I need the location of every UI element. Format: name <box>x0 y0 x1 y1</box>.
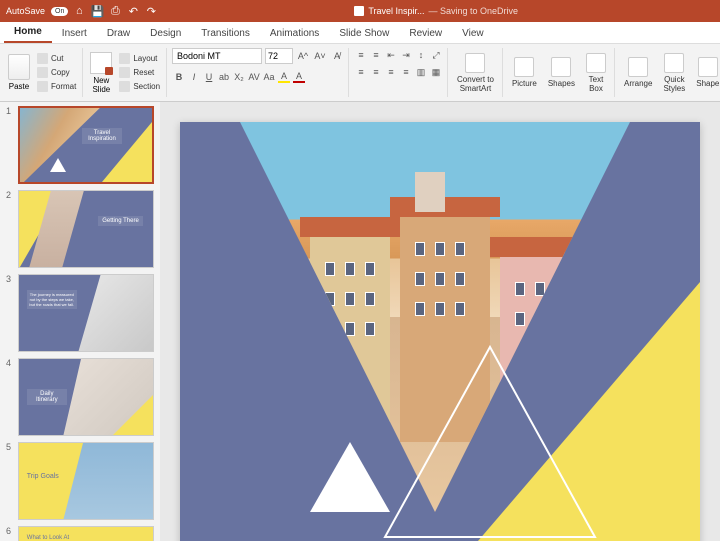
align-right-button[interactable]: ≡ <box>384 65 398 79</box>
tab-slideshow[interactable]: Slide Show <box>329 24 399 43</box>
undo-icon[interactable]: ↶ <box>126 4 140 18</box>
white-triangle <box>310 442 390 512</box>
font-family-select[interactable] <box>172 48 262 64</box>
font-shrink-button[interactable]: A˅ <box>313 49 327 63</box>
case-button[interactable]: Aa <box>262 70 276 84</box>
font-size-select[interactable] <box>265 48 293 64</box>
tab-view[interactable]: View <box>452 24 494 43</box>
align-text-button[interactable]: ▦ <box>429 65 443 79</box>
scissors-icon <box>37 53 48 64</box>
highlight-button[interactable]: A <box>277 70 291 84</box>
tab-home[interactable]: Home <box>4 22 52 43</box>
bold-button[interactable]: B <box>172 70 186 84</box>
print-icon[interactable]: ⎙ <box>108 4 122 18</box>
numbering-button[interactable]: ≡ <box>369 48 383 62</box>
paste-button[interactable]: Paste <box>6 52 32 93</box>
brush-icon <box>37 81 48 92</box>
shape-format-button[interactable]: Shape <box>692 55 720 90</box>
smartart-button[interactable]: Convert to SmartArt <box>453 51 498 95</box>
slide-main[interactable] <box>180 122 700 541</box>
doc-icon <box>354 6 364 16</box>
picture-button[interactable]: Picture <box>508 55 541 90</box>
line-spacing-button[interactable]: ↕ <box>414 48 428 62</box>
shapes-button[interactable]: Shapes <box>544 55 579 90</box>
thumb-5[interactable]: Trip Goals <box>18 442 154 520</box>
tab-transitions[interactable]: Transitions <box>191 24 260 43</box>
tab-review[interactable]: Review <box>399 24 452 43</box>
save-status: — Saving to OneDrive <box>429 6 519 16</box>
shapes-icon <box>551 57 571 77</box>
ribbon: Paste Cut Copy Format New Slide Layout R… <box>0 44 720 102</box>
indent-inc-button[interactable]: ⇥ <box>399 48 413 62</box>
slide-thumbnails[interactable]: 1 Travel Inspiration 2 Getting There 3 T… <box>0 102 160 541</box>
quickstyles-button[interactable]: Quick Styles <box>659 51 689 95</box>
new-slide-icon <box>90 52 112 74</box>
align-center-button[interactable]: ≡ <box>369 65 383 79</box>
reset-button[interactable]: Reset <box>117 66 162 79</box>
textbox-icon <box>586 53 606 73</box>
subscript-button[interactable]: X₂ <box>232 70 246 84</box>
new-slide-button[interactable]: New Slide <box>88 50 114 96</box>
italic-button[interactable]: I <box>187 70 201 84</box>
spacing-button[interactable]: AV <box>247 70 261 84</box>
thumb-3[interactable]: The journey is measured not by the steps… <box>18 274 154 352</box>
clear-format-button[interactable]: A̸ <box>330 49 344 63</box>
thumb-4[interactable]: Daily Itinerary <box>18 358 154 436</box>
shape-icon <box>698 57 718 77</box>
main-area: 1 Travel Inspiration 2 Getting There 3 T… <box>0 102 720 541</box>
bullets-button[interactable]: ≡ <box>354 48 368 62</box>
layout-button[interactable]: Layout <box>117 52 162 65</box>
font-color-button[interactable]: A <box>292 70 306 84</box>
autosave-label: AutoSave <box>6 6 45 16</box>
cut-button[interactable]: Cut <box>35 52 78 65</box>
thumb-6[interactable]: What to Look At <box>18 526 154 541</box>
clipboard-icon <box>8 54 30 80</box>
arrange-icon <box>628 57 648 77</box>
font-grow-button[interactable]: A^ <box>296 49 310 63</box>
autosave-toggle[interactable]: On <box>51 7 68 16</box>
redo-icon[interactable]: ↷ <box>144 4 158 18</box>
title-bar: AutoSave On ⌂ 💾 ⎙ ↶ ↷ Travel Inspir... —… <box>0 0 720 22</box>
tab-insert[interactable]: Insert <box>52 24 97 43</box>
smartart-icon <box>465 53 485 73</box>
doc-title: Travel Inspir... <box>368 6 424 16</box>
thumb-2[interactable]: Getting There <box>18 190 154 268</box>
section-icon <box>119 81 130 92</box>
reset-icon <box>119 67 130 78</box>
indent-dec-button[interactable]: ⇤ <box>384 48 398 62</box>
home-icon[interactable]: ⌂ <box>72 4 86 18</box>
tab-strip: Home Insert Draw Design Transitions Anim… <box>0 22 720 44</box>
thumb-1[interactable]: Travel Inspiration <box>18 106 154 184</box>
slide-canvas[interactable] <box>160 102 720 541</box>
columns-button[interactable]: ▥ <box>414 65 428 79</box>
section-button[interactable]: Section <box>117 80 162 93</box>
save-icon[interactable]: 💾 <box>90 4 104 18</box>
align-left-button[interactable]: ≡ <box>354 65 368 79</box>
layout-icon <box>119 53 130 64</box>
tab-draw[interactable]: Draw <box>97 24 140 43</box>
textbox-button[interactable]: Text Box <box>582 51 610 95</box>
copy-icon <box>37 67 48 78</box>
tab-animations[interactable]: Animations <box>260 24 329 43</box>
copy-button[interactable]: Copy <box>35 66 78 79</box>
strike-button[interactable]: ab <box>217 70 231 84</box>
quickstyles-icon <box>664 53 684 73</box>
outline-triangle <box>380 342 600 541</box>
underline-button[interactable]: U <box>202 70 216 84</box>
justify-button[interactable]: ≡ <box>399 65 413 79</box>
format-painter-button[interactable]: Format <box>35 80 78 93</box>
tab-design[interactable]: Design <box>140 24 191 43</box>
picture-icon <box>514 57 534 77</box>
arrange-button[interactable]: Arrange <box>620 55 656 90</box>
text-direction-button[interactable]: ⤢ <box>429 48 443 62</box>
